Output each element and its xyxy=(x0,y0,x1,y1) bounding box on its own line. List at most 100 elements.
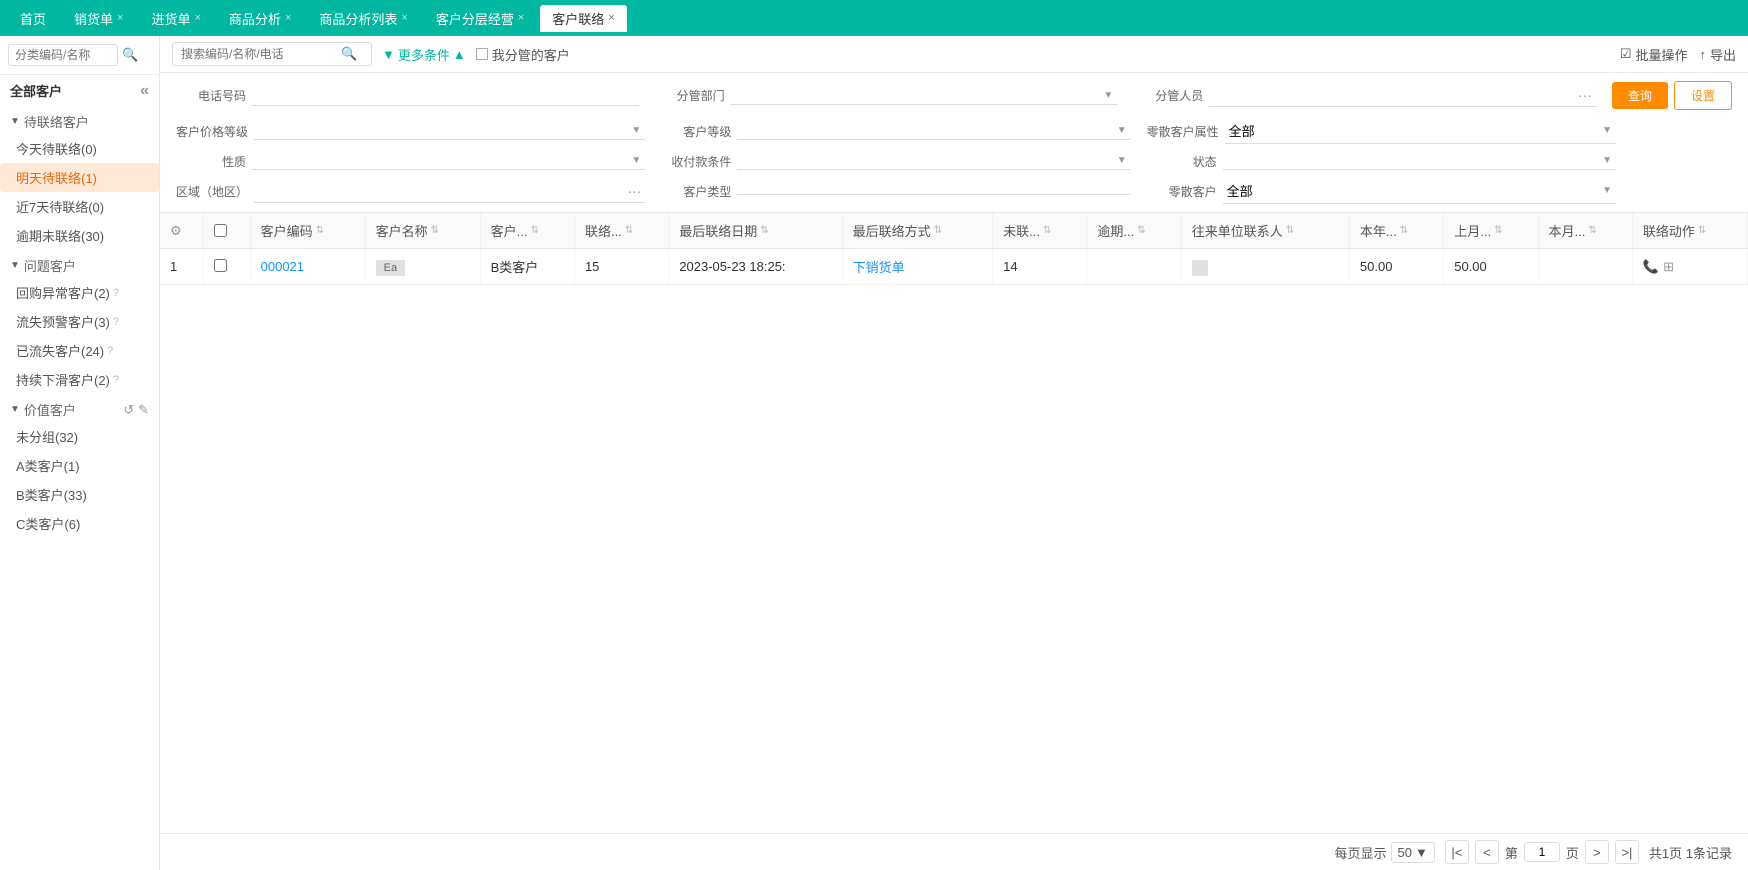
nav-item-首页[interactable]: 首页 xyxy=(8,5,58,32)
contact-method-link[interactable]: 下销货单 xyxy=(853,260,905,275)
dept-arrow-icon: ▼ xyxy=(1103,90,1113,101)
sort-icon[interactable]: ⇅ xyxy=(1137,225,1145,236)
help-icon[interactable]: ? xyxy=(113,316,119,328)
filter-bar: 🔍 ▼ 更多条件 ▲ 我分管的客户 ☑ 批量操作 ↑ 导出 xyxy=(160,36,1748,73)
sidebar-group-价值客户[interactable]: ▼价值客户↺✎ xyxy=(0,394,159,422)
nav-item-商品分析[interactable]: 商品分析× xyxy=(217,5,303,32)
sidebar-group-待联络客户[interactable]: ▼待联络客户 xyxy=(0,106,159,134)
filter-retail-customer: 零散客户 全部 ▼ xyxy=(1147,178,1616,204)
nav-item-销货单[interactable]: 销货单× xyxy=(62,5,135,32)
sort-icon[interactable]: ⇅ xyxy=(1286,225,1294,236)
sort-icon[interactable]: ⇅ xyxy=(1494,225,1502,236)
help-icon[interactable]: ? xyxy=(113,287,119,299)
filter-search-icon[interactable]: 🔍 xyxy=(341,46,357,62)
page-number-input[interactable] xyxy=(1524,842,1560,862)
batch-op-btn[interactable]: ☑ 批量操作 xyxy=(1620,45,1688,64)
dept-select[interactable]: ▼ xyxy=(731,87,1118,105)
retail-attr-select[interactable]: 全部 ▼ xyxy=(1225,118,1616,144)
sidebar-item-已流失客户(24)[interactable]: 已流失客户(24)? xyxy=(0,336,159,365)
my-customers-checkbox[interactable]: 我分管的客户 xyxy=(476,45,570,64)
sidebar-item-今天待联络(0)[interactable]: 今天待联络(0) xyxy=(0,134,159,163)
region-dots-icon: ··· xyxy=(627,183,641,199)
close-tab-icon[interactable]: × xyxy=(608,12,614,24)
close-tab-icon[interactable]: × xyxy=(117,12,123,24)
sidebar-search-icon[interactable]: 🔍 xyxy=(122,47,138,63)
sidebar-item-A类客户(1)[interactable]: A类客户(1) xyxy=(0,451,159,480)
sidebar-search-input[interactable] xyxy=(8,44,118,66)
collapse-icon[interactable]: « xyxy=(140,82,149,100)
nature-select[interactable]: ▼ xyxy=(252,152,645,170)
sort-icon[interactable]: ⇅ xyxy=(316,225,324,236)
export-btn[interactable]: ↑ 导出 xyxy=(1699,45,1736,64)
first-page-btn[interactable]: |< xyxy=(1445,840,1469,864)
help-icon[interactable]: ? xyxy=(113,374,119,386)
customer-level-select[interactable]: ▼ xyxy=(737,122,1130,140)
sidebar-item-逾期未联络(30)[interactable]: 逾期未联络(30) xyxy=(0,221,159,250)
filter-phone: 电话号码 xyxy=(176,85,639,106)
sidebar-item-C类客户(6)[interactable]: C类客户(6) xyxy=(0,509,159,538)
sidebar-item-回购异常客户(2)[interactable]: 回购异常客户(2)? xyxy=(0,278,159,307)
retail-customer-arrow-icon: ▼ xyxy=(1602,185,1612,196)
table-checkbox-col xyxy=(204,213,250,249)
help-icon[interactable]: ? xyxy=(107,345,113,357)
filter-payment: 收付款条件 ▼ xyxy=(661,152,1130,170)
page-size-box[interactable]: 50 ▼ xyxy=(1391,842,1435,863)
customer-type-select[interactable] xyxy=(737,188,1130,195)
sidebar-group-问题客户[interactable]: ▼问题客户 xyxy=(0,250,159,278)
sidebar-item-近7天待联络(0)[interactable]: 近7天待联络(0) xyxy=(0,192,159,221)
sort-icon[interactable]: ⇅ xyxy=(1043,225,1051,236)
prev-page-btn[interactable]: < xyxy=(1475,840,1499,864)
payment-select[interactable]: ▼ xyxy=(737,152,1130,170)
sort-icon[interactable]: ⇅ xyxy=(625,225,633,236)
sidebar-item-持续下滑客户(2)[interactable]: 持续下滑客户(2)? xyxy=(0,365,159,394)
sort-icon[interactable]: ⇅ xyxy=(934,225,942,236)
customer-price-select[interactable]: ▼ xyxy=(254,122,645,140)
retail-customer-select[interactable]: 全部 ▼ xyxy=(1223,178,1616,204)
row-grid-action[interactable]: ⊞ xyxy=(1663,259,1674,274)
sidebar-item-流失预警客户(3)[interactable]: 流失预警客户(3)? xyxy=(0,307,159,336)
select-all-checkbox[interactable] xyxy=(214,224,227,237)
close-tab-icon[interactable]: × xyxy=(285,12,291,24)
sort-icon[interactable]: ⇅ xyxy=(1698,225,1706,236)
last-page-btn[interactable]: >| xyxy=(1615,840,1639,864)
gear-icon[interactable]: ⚙ xyxy=(170,223,182,239)
close-tab-icon[interactable]: × xyxy=(518,12,524,24)
sort-icon[interactable]: ⇅ xyxy=(431,225,439,236)
close-tab-icon[interactable]: × xyxy=(194,12,200,24)
more-conditions-btn[interactable]: ▼ 更多条件 ▲ xyxy=(382,45,466,64)
sort-icon[interactable]: ⇅ xyxy=(1588,225,1596,236)
nav-item-客户分层经营[interactable]: 客户分层经营× xyxy=(424,5,536,32)
filter-search-input[interactable] xyxy=(181,47,341,61)
region-select[interactable]: ··· xyxy=(254,180,645,203)
filter-search-box: 🔍 xyxy=(172,42,372,66)
phone-input[interactable] xyxy=(252,85,639,106)
customer-type-label: 客户类型 xyxy=(661,183,731,200)
status-select[interactable]: ▼ xyxy=(1223,152,1616,170)
nav-item-进货单[interactable]: 进货单× xyxy=(139,5,212,32)
sidebar-item-明天待联络(1)[interactable]: 明天待联络(1) xyxy=(0,163,159,192)
sort-icon[interactable]: ⇅ xyxy=(1400,225,1408,236)
next-page-btn[interactable]: > xyxy=(1585,840,1609,864)
nature-label: 性质 xyxy=(176,153,246,170)
filter-right-actions: ☑ 批量操作 ↑ 导出 xyxy=(1620,45,1736,64)
filter-row-1: 电话号码 分管部门 ▼ 分管人员 ··· xyxy=(176,81,1732,110)
nav-item-客户联络[interactable]: 客户联络× xyxy=(540,5,626,32)
manager-select[interactable]: ··· xyxy=(1209,84,1596,107)
close-tab-icon[interactable]: × xyxy=(401,12,407,24)
customer-code-link[interactable]: 000021 xyxy=(261,259,304,274)
table-row: 1000021EaB类客户152023-05-23 18:25:下销货单1450… xyxy=(160,249,1748,285)
row-contact-count: 15 xyxy=(574,249,668,285)
sort-icon[interactable]: ⇅ xyxy=(530,225,538,236)
settings-button[interactable]: 设置 xyxy=(1674,81,1732,110)
all-customers-header[interactable]: 全部客户 « xyxy=(0,75,159,106)
refresh-icon[interactable]: ↺ xyxy=(123,402,134,418)
sort-icon[interactable]: ⇅ xyxy=(760,225,768,236)
row-phone-action[interactable]: 📞 xyxy=(1643,259,1659,274)
edit-group-icon[interactable]: ✎ xyxy=(138,402,149,418)
row-select-checkbox[interactable] xyxy=(214,259,227,272)
sidebar-item-未分组(32)[interactable]: 未分组(32) xyxy=(0,422,159,451)
query-button[interactable]: 查询 xyxy=(1612,82,1668,109)
filter-actions: 查询 设置 xyxy=(1612,81,1732,110)
sidebar-item-B类客户(33)[interactable]: B类客户(33) xyxy=(0,480,159,509)
nav-item-商品分析列表[interactable]: 商品分析列表× xyxy=(307,5,419,32)
